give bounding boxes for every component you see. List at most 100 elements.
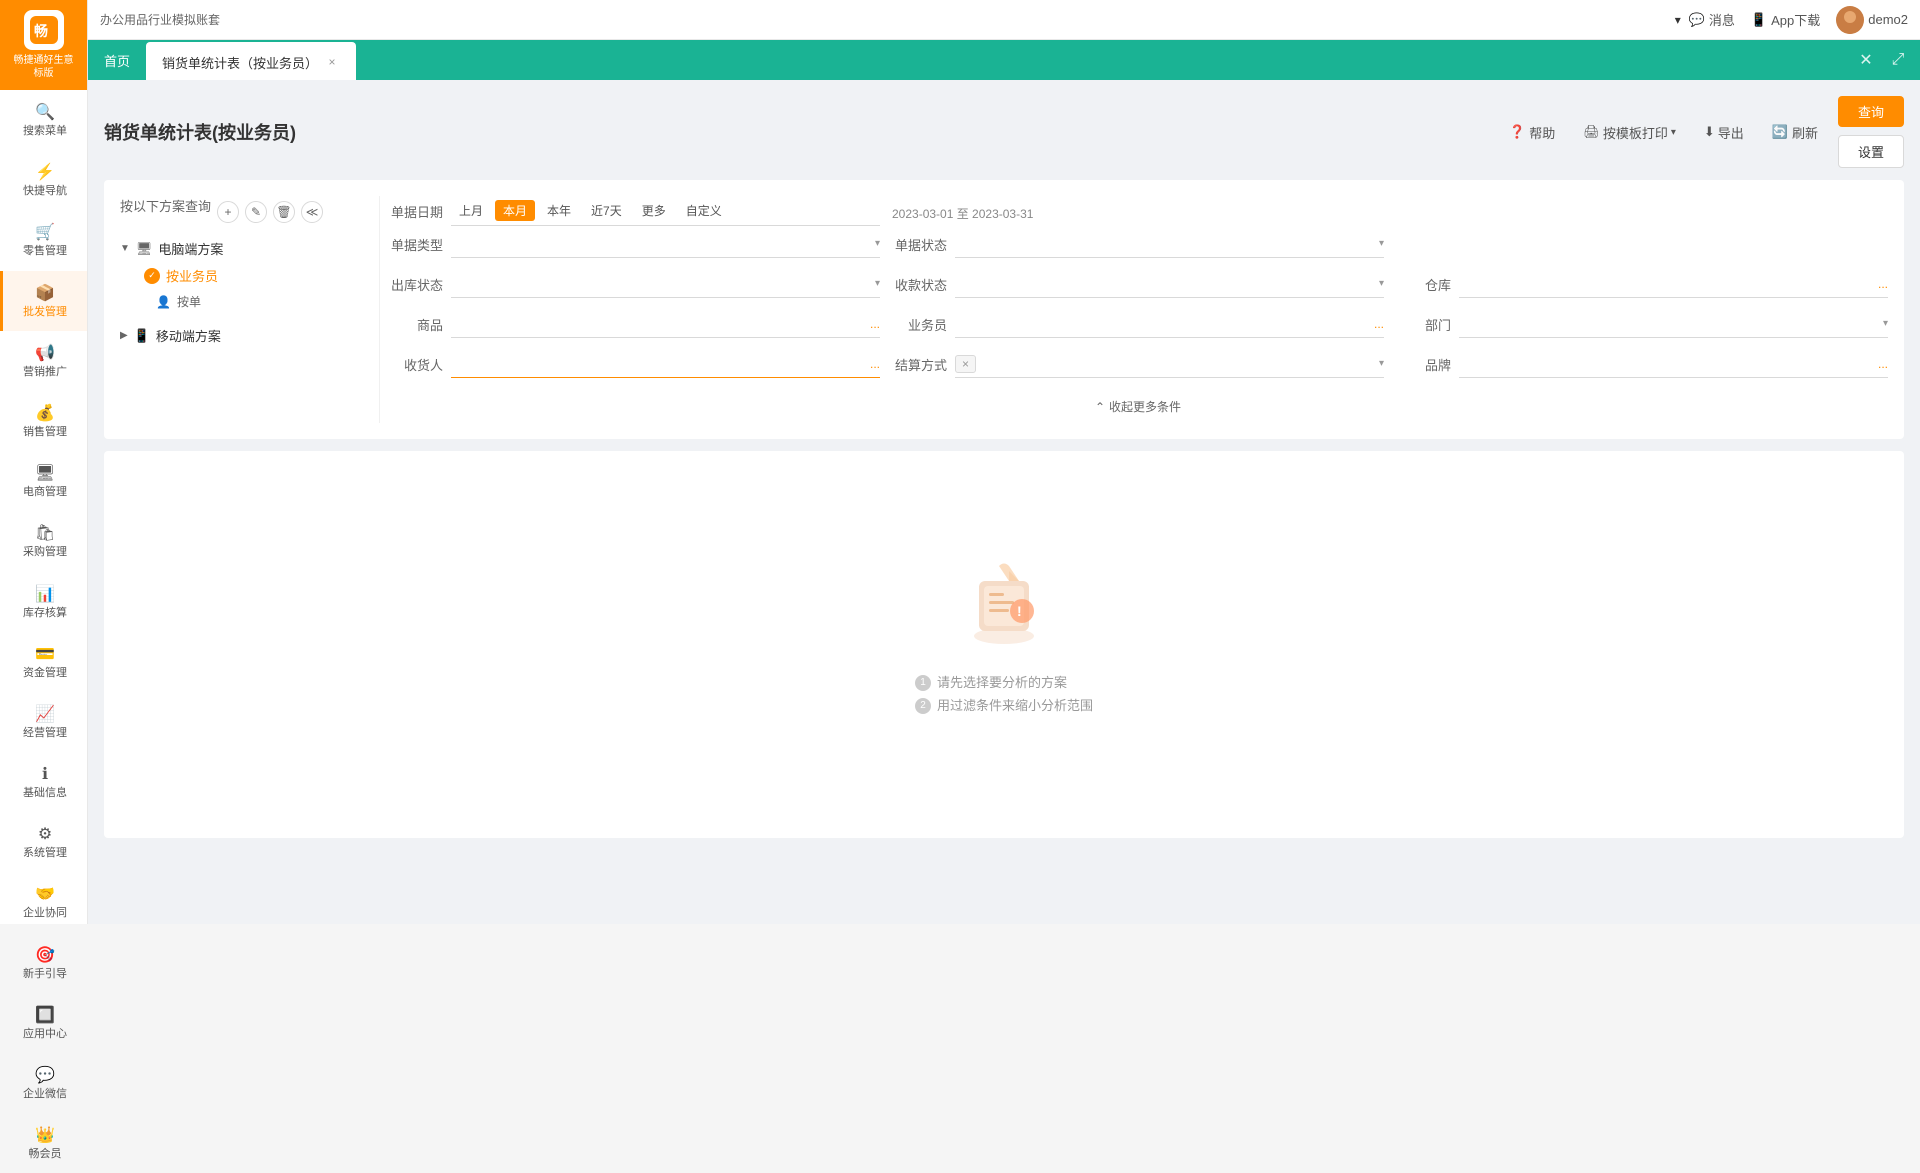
sidebar-logo[interactable]: 畅 畅捷通好生意 标版 — [0, 0, 87, 90]
operations-icon: 📈 — [35, 704, 55, 724]
sidebar-item-marketing[interactable]: 📢 营销推广 — [0, 331, 87, 391]
scheme-section-title: 按以下方案查询 — [120, 196, 211, 215]
wholesale-icon: 📦 — [35, 283, 55, 303]
sidebar-item-member[interactable]: 👑 畅会员 — [0, 1113, 87, 1173]
tip-num-1: 1 — [915, 675, 931, 691]
date-tab-last-month[interactable]: 上月 — [451, 200, 491, 221]
mobile-group-label: 移动端方案 — [156, 326, 221, 345]
help-btn[interactable]: ❓ 帮助 — [1501, 119, 1563, 146]
sidebar-item-newbie[interactable]: 🎯 新手引导 — [0, 933, 87, 993]
tab-sales-report[interactable]: 销货单统计表（按业务员） × — [146, 42, 356, 82]
collapse-scheme-btn[interactable]: ≪ — [301, 201, 323, 223]
sidebar-item-wechat[interactable]: 💬 企业微信 — [0, 1053, 87, 1113]
scheme-sub-item[interactable]: 👤 按单 — [120, 289, 367, 314]
filter-row-1: 单据日期 上月 本月 本年 近7天 更多 自定义 — [388, 196, 1888, 226]
delete-scheme-btn[interactable]: 🗑 — [273, 201, 295, 223]
sidebar-item-system[interactable]: ⚙ 系统管理 — [0, 812, 87, 872]
sidebar: 畅 畅捷通好生意 标版 🔍 搜索菜单 ⚡ 快捷导航 🛒 零售管理 📦 批发管理 … — [0, 0, 88, 924]
tab-home[interactable]: 首页 — [88, 40, 146, 80]
computer-group-label: 电脑端方案 — [158, 239, 223, 258]
sidebar-item-purchase[interactable]: 🛍 采购管理 — [0, 511, 87, 571]
settlement-tag-close[interactable]: × — [962, 357, 969, 371]
date-filter-field: 单据日期 上月 本月 本年 近7天 更多 自定义 — [388, 196, 880, 226]
user-menu[interactable]: demo2 — [1836, 6, 1908, 34]
consignee-input[interactable]: ... — [451, 350, 880, 378]
consignee-more-btn[interactable]: ... — [870, 357, 880, 371]
app-download-btn[interactable]: 📱 App下载 — [1751, 10, 1820, 29]
sidebar-item-sales[interactable]: 💰 销售管理 — [0, 391, 87, 451]
date-tab-more[interactable]: 更多 — [634, 200, 674, 221]
goods-input[interactable]: ... — [451, 310, 880, 338]
department-input[interactable]: ▾ — [1459, 310, 1888, 338]
message-btn[interactable]: 💬 消息 — [1689, 10, 1735, 29]
export-icon: ⬇ — [1704, 124, 1715, 140]
page-actions: ❓ 帮助 🖨 按模板打印 ▾ ⬇ 导出 🔄 刷新 查询 — [1501, 96, 1904, 168]
print-icon: 🖨 — [1583, 124, 1600, 140]
salesperson-more-btn[interactable]: ... — [1374, 317, 1384, 331]
help-icon: ❓ — [1509, 124, 1525, 140]
sidebar-item-ecommerce[interactable]: 🖥 电商管理 — [0, 451, 87, 511]
app-download-label: App下载 — [1771, 10, 1820, 29]
date-tab-custom[interactable]: 自定义 — [678, 200, 730, 221]
scheme-item-label: 按业务员 — [166, 266, 218, 285]
warehouse-more-btn[interactable]: ... — [1878, 277, 1888, 291]
mobile-scheme-header[interactable]: ▶ 📱 移动端方案 — [120, 322, 367, 349]
sidebar-item-label: 经营管理 — [23, 727, 67, 740]
filter-row-doc-type: 单据类型 ▾ 单据状态 ▾ — [388, 230, 1888, 258]
out-status-arrow: ▾ — [875, 278, 880, 289]
sidebar-item-search[interactable]: 🔍 搜索菜单 — [0, 90, 87, 150]
brand-more-btn[interactable]: ... — [1878, 357, 1888, 371]
brand-input[interactable]: ... — [1459, 350, 1888, 378]
scheme-item-salesperson[interactable]: ✓ 按业务员 — [120, 262, 367, 289]
tabbar-right-actions: ✕ ⤢ — [1852, 46, 1920, 74]
newbie-icon: 🎯 — [35, 945, 55, 965]
sidebar-item-label: 批发管理 — [23, 306, 67, 319]
expand-window-btn[interactable]: ⤢ — [1884, 46, 1912, 74]
warehouse-label: 仓库 — [1396, 275, 1451, 294]
refresh-btn[interactable]: 🔄 刷新 — [1764, 119, 1826, 146]
consignee-field: 收货人 ... — [388, 350, 880, 378]
edit-scheme-btn[interactable]: ✎ — [245, 201, 267, 223]
filter-panel: 按以下方案查询 + ✎ 🗑 ≪ ▼ 🖥 电脑端方案 — [120, 196, 1888, 423]
date-tab-this-year[interactable]: 本年 — [539, 200, 579, 221]
print-btn[interactable]: 🖨 按模板打印 ▾ — [1575, 119, 1684, 146]
collapse-btn[interactable]: ⌃ 收起更多条件 — [1083, 394, 1193, 419]
receipt-status-input[interactable]: ▾ — [955, 270, 1384, 298]
settlement-tag: × — [955, 355, 976, 373]
out-status-input[interactable]: ▾ — [451, 270, 880, 298]
date-tab-this-month[interactable]: 本月 — [495, 200, 535, 221]
sidebar-item-finance[interactable]: 💳 资金管理 — [0, 632, 87, 692]
date-label: 单据日期 — [388, 202, 443, 221]
sidebar-item-label: 新手引导 — [23, 968, 67, 981]
export-btn[interactable]: ⬇ 导出 — [1696, 119, 1752, 146]
filter-row-3: 商品 ... 业务员 ... — [388, 310, 1888, 338]
page-title: 销货单统计表(按业务员) — [104, 119, 1501, 145]
sidebar-item-basic[interactable]: ℹ 基础信息 — [0, 752, 87, 812]
sidebar-item-wholesale[interactable]: 📦 批发管理 — [0, 271, 87, 331]
date-tab-7days[interactable]: 近7天 — [583, 200, 630, 221]
doc-type-input[interactable]: ▾ — [451, 230, 880, 258]
salesperson-input[interactable]: ... — [955, 310, 1384, 338]
doc-status-input[interactable]: ▾ — [955, 230, 1384, 258]
sidebar-item-appstore[interactable]: 🔲 应用中心 — [0, 993, 87, 1053]
warehouse-input[interactable]: ... — [1459, 270, 1888, 298]
doc-status-field: 单据状态 ▾ — [892, 230, 1384, 258]
tab-close-btn[interactable]: × — [324, 54, 340, 70]
add-scheme-btn[interactable]: + — [217, 201, 239, 223]
query-btn[interactable]: 查询 — [1838, 96, 1904, 127]
date-input[interactable]: 上月 本月 本年 近7天 更多 自定义 — [451, 196, 880, 226]
department-arrow: ▾ — [1883, 318, 1888, 329]
ecommerce-icon: 🖥 — [35, 463, 55, 483]
settlement-input[interactable]: × ▾ — [955, 350, 1384, 378]
sidebar-item-operations[interactable]: 📈 经营管理 — [0, 692, 87, 752]
sidebar-item-inventory[interactable]: 📊 库存核算 — [0, 572, 87, 632]
sidebar-item-shortcut[interactable]: ⚡ 快捷导航 — [0, 150, 87, 210]
settings-btn[interactable]: 设置 — [1838, 135, 1904, 168]
close-window-btn[interactable]: ✕ — [1852, 46, 1880, 74]
breadcrumb-dropdown[interactable]: ▾ — [1675, 13, 1681, 27]
salesperson-field: 业务员 ... — [892, 310, 1384, 338]
doc-status-label: 单据状态 — [892, 235, 947, 254]
sidebar-item-retail[interactable]: 🛒 零售管理 — [0, 210, 87, 270]
computer-scheme-header[interactable]: ▼ 🖥 电脑端方案 — [120, 235, 367, 262]
goods-more-btn[interactable]: ... — [870, 317, 880, 331]
